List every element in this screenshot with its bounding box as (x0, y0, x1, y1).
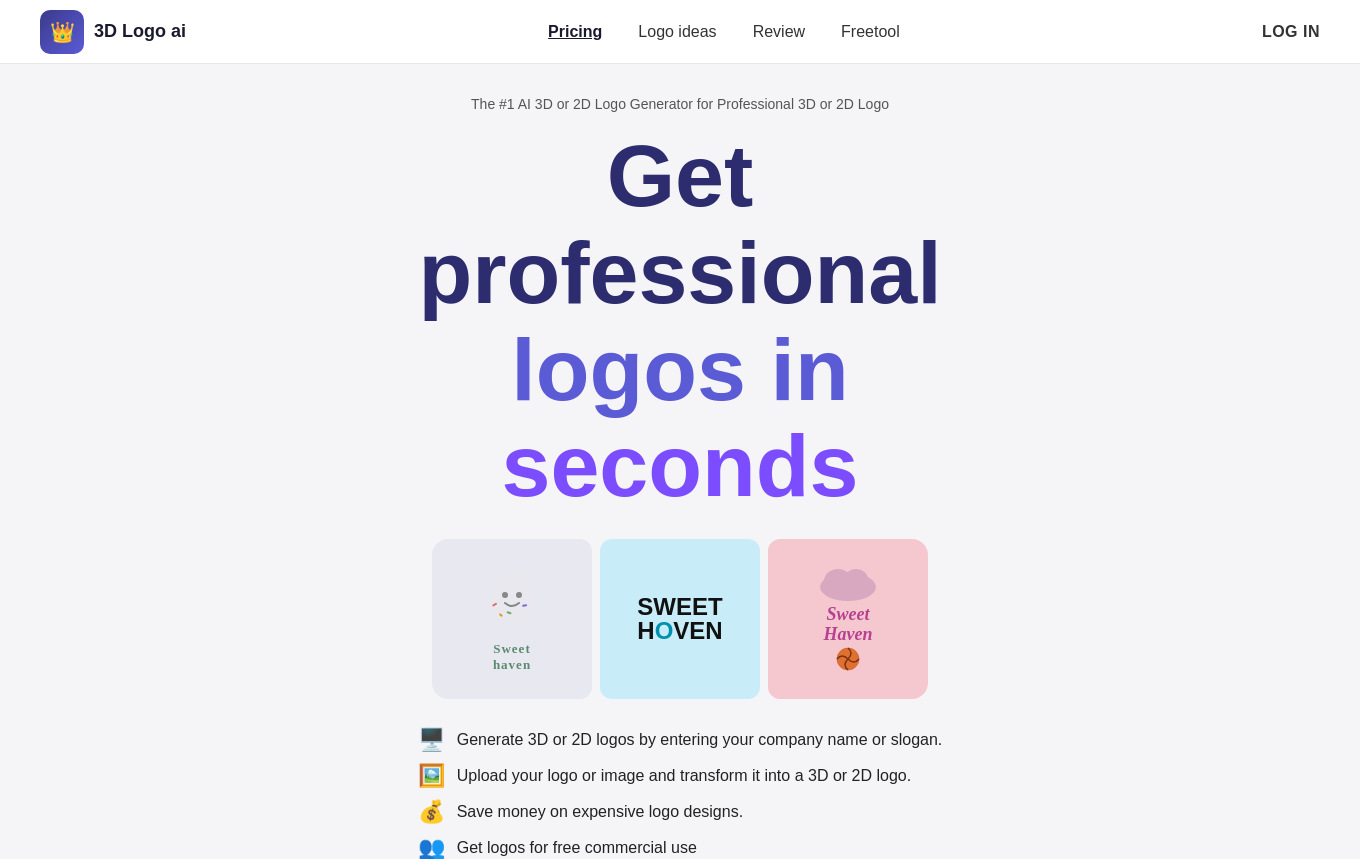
logo-card-3: SweetHaven (768, 539, 928, 699)
nav-link-freetool[interactable]: Freetool (841, 23, 900, 40)
brand-logo[interactable]: 👑 3D Logo ai (40, 10, 186, 54)
svg-point-10 (844, 569, 868, 589)
nav-link-logo-ideas[interactable]: Logo ideas (638, 23, 716, 40)
svg-rect-1 (482, 595, 542, 621)
nav-links: Pricing Logo ideas Review Freetool (548, 23, 900, 41)
svg-point-3 (516, 592, 522, 598)
sweet-haven-text-1: Sweethaven (493, 641, 531, 673)
feature-item-3: 💰 Save money on expensive logo designs. (418, 799, 943, 825)
sweet-hoven-logo-2: SWEETHOVEN (629, 587, 730, 651)
logo-showcase: Sweethaven SWEETHOVEN SweetHaven (432, 539, 928, 699)
hero-line-2: professional (418, 225, 941, 322)
logo-card-2: SWEETHOVEN (600, 539, 760, 699)
navbar: 👑 3D Logo ai Pricing Logo ideas Review F… (0, 0, 1360, 64)
sweet-haven-text-3: SweetHaven (824, 605, 873, 645)
image-emoji: 🖼️ (418, 763, 445, 789)
monitor-emoji: 🖥️ (418, 727, 445, 753)
hero-heading: Get professional logos in seconds (418, 128, 941, 515)
nav-link-review[interactable]: Review (753, 23, 805, 40)
brand-name: 3D Logo ai (94, 21, 186, 42)
cloud-svg-3 (818, 567, 878, 603)
logo-icon: 👑 (40, 10, 84, 54)
money-emoji: 💰 (418, 799, 445, 825)
page-subtitle: The #1 AI 3D or 2D Logo Generator for Pr… (471, 96, 889, 112)
sweet-haven-logo-1: Sweethaven (472, 565, 552, 673)
login-button[interactable]: LOG IN (1262, 23, 1320, 41)
features-list: 🖥️ Generate 3D or 2D logos by entering y… (418, 727, 943, 859)
feature-item-4: 👥 Get logos for free commercial use (418, 835, 943, 859)
basketball-icon (836, 647, 860, 671)
feature-text-4: Get logos for free commercial use (457, 839, 697, 857)
feature-item-2: 🖼️ Upload your logo or image and transfo… (418, 763, 943, 789)
svg-point-2 (502, 592, 508, 598)
nav-link-pricing[interactable]: Pricing (548, 23, 602, 40)
feature-item-1: 🖥️ Generate 3D or 2D logos by entering y… (418, 727, 943, 753)
cloud-donut-svg (472, 565, 552, 637)
feature-text-1: Generate 3D or 2D logos by entering your… (457, 731, 943, 749)
feature-text-3: Save money on expensive logo designs. (457, 803, 743, 821)
feature-text-2: Upload your logo or image and transform … (457, 767, 911, 785)
main-content: The #1 AI 3D or 2D Logo Generator for Pr… (0, 64, 1360, 859)
hero-line-3: logos in (418, 322, 941, 419)
hero-line-4: seconds (418, 418, 941, 515)
logo-card-1: Sweethaven (432, 539, 592, 699)
sweet-haven-logo-3: SweetHaven (818, 567, 878, 671)
people-emoji: 👥 (418, 835, 445, 859)
hero-line-1: Get (418, 128, 941, 225)
